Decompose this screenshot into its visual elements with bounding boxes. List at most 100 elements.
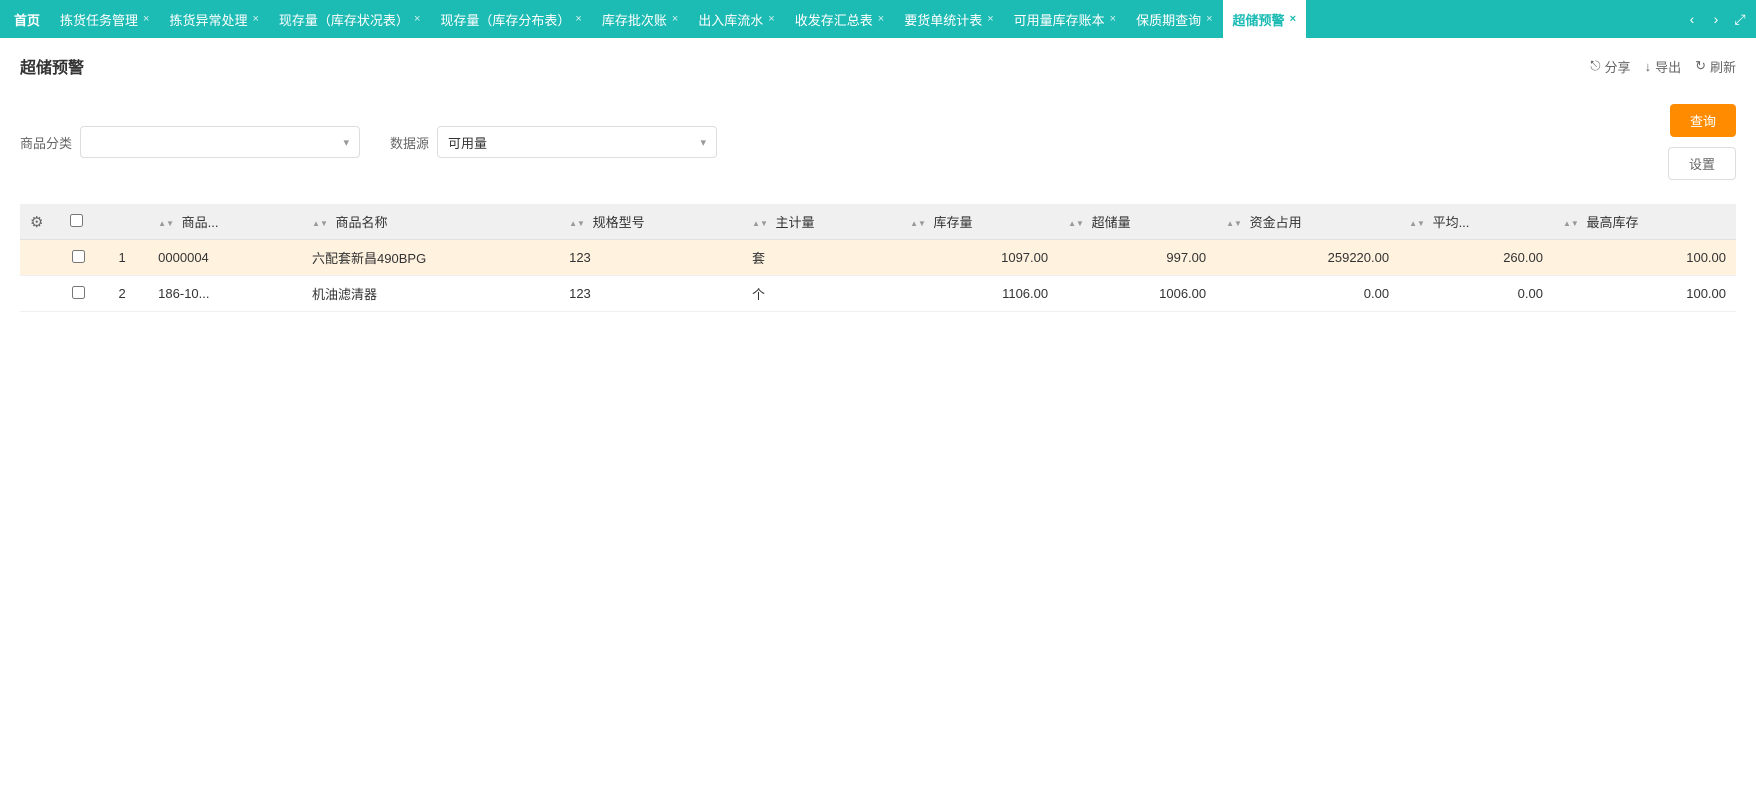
product-category-label: 商品分类 xyxy=(20,133,72,152)
sort-icon: ▲▼ xyxy=(158,219,174,228)
nav-expand-button[interactable]: ⤢ xyxy=(1728,0,1752,38)
th-avg: ▲▼ 平均... xyxy=(1399,204,1553,240)
td-checkbox-1 xyxy=(60,276,96,312)
td-over-stock-0: 997.00 xyxy=(1058,240,1216,276)
close-tab-4[interactable]: × xyxy=(575,13,581,25)
td-capital-0: 259220.00 xyxy=(1216,240,1399,276)
sort-icon-4: ▲▼ xyxy=(752,219,768,228)
refresh-button[interactable]: ↻ 刷新 xyxy=(1695,57,1736,76)
nav-next-button[interactable]: › xyxy=(1704,0,1728,38)
td-num-0: 1 xyxy=(96,240,148,276)
th-spec: ▲▼ 规格型号 xyxy=(559,204,742,240)
sort-icon-6: ▲▼ xyxy=(1068,219,1084,228)
table-row: 1 0000004 六配套新昌490BPG 123 套 1097.00 997.… xyxy=(20,240,1736,276)
product-category-select[interactable]: ▾ xyxy=(80,126,360,158)
select-all-checkbox[interactable] xyxy=(70,214,83,227)
th-num xyxy=(96,204,148,240)
nav-tab-10[interactable]: 保质期查询 × xyxy=(1126,0,1222,38)
gear-icon[interactable]: ⚙ xyxy=(30,214,43,231)
td-over-stock-1: 1006.00 xyxy=(1058,276,1216,312)
query-button[interactable]: 查询 xyxy=(1670,104,1736,137)
td-max-stock-1: 100.00 xyxy=(1553,276,1736,312)
nav-prev-button[interactable]: ‹ xyxy=(1680,0,1704,38)
th-product-name: ▲▼ 商品名称 xyxy=(302,204,559,240)
td-avg-0: 260.00 xyxy=(1399,240,1553,276)
data-source-filter: 数据源 可用量 ▾ xyxy=(390,126,717,158)
chevron-down-icon: ▾ xyxy=(343,136,349,149)
data-source-select[interactable]: 可用量 ▾ xyxy=(437,126,717,158)
th-product-code: ▲▼ 商品... xyxy=(148,204,302,240)
share-icon: ⎋ xyxy=(1590,58,1600,74)
close-tab-3[interactable]: × xyxy=(414,13,420,25)
sort-icon-5: ▲▼ xyxy=(910,219,926,228)
sort-icon-7: ▲▼ xyxy=(1226,219,1242,228)
sort-icon-3: ▲▼ xyxy=(569,219,585,228)
th-max-stock: ▲▼ 最高库存 xyxy=(1553,204,1736,240)
product-category-filter: 商品分类 ▾ xyxy=(20,126,360,158)
close-tab-11[interactable]: × xyxy=(1290,13,1296,25)
nav-tab-9[interactable]: 可用量库存账本 × xyxy=(1004,0,1126,38)
page-title: 超储预警 xyxy=(20,54,84,78)
table-body: 1 0000004 六配套新昌490BPG 123 套 1097.00 997.… xyxy=(20,240,1736,312)
th-checkbox xyxy=(60,204,96,240)
nav-tab-5[interactable]: 库存批次账 × xyxy=(592,0,688,38)
row-checkbox-0[interactable] xyxy=(72,250,85,263)
export-button[interactable]: ↓ 导出 xyxy=(1645,57,1682,76)
td-max-stock-0: 100.00 xyxy=(1553,240,1736,276)
td-product-name-1: 机油滤清器 xyxy=(302,276,559,312)
td-num-1: 2 xyxy=(96,276,148,312)
nav-tab-3[interactable]: 现存量（库存状况表） × xyxy=(269,0,430,38)
filter-actions: 查询 设置 xyxy=(1668,104,1736,180)
td-settings-1 xyxy=(20,276,60,312)
td-product-name-0: 六配套新昌490BPG xyxy=(302,240,559,276)
th-stock: ▲▼ 库存量 xyxy=(900,204,1058,240)
table-header-row: ⚙ ▲▼ 商品... ▲▼ 商品名称 ▲▼ 规格型号 xyxy=(20,204,1736,240)
setting-button[interactable]: 设置 xyxy=(1668,147,1736,180)
nav-tab-1[interactable]: 拣货任务管理 × xyxy=(50,0,159,38)
nav-tab-11[interactable]: 超储预警 × xyxy=(1223,0,1306,38)
nav-tab-7[interactable]: 收发存汇总表 × xyxy=(785,0,894,38)
td-stock-1: 1106.00 xyxy=(900,276,1058,312)
td-unit-1: 个 xyxy=(742,276,900,312)
row-checkbox-1[interactable] xyxy=(72,286,85,299)
td-settings-0 xyxy=(20,240,60,276)
page-header: 超储预警 ⎋ 分享 ↓ 导出 ↻ 刷新 xyxy=(20,54,1736,78)
th-over-stock: ▲▼ 超储量 xyxy=(1058,204,1216,240)
close-tab-10[interactable]: × xyxy=(1206,13,1212,25)
nav-tab-8[interactable]: 要货单统计表 × xyxy=(894,0,1003,38)
td-product-code-0: 0000004 xyxy=(148,240,302,276)
sort-icon-8: ▲▼ xyxy=(1409,219,1425,228)
table-row: 2 186-10... 机油滤清器 123 个 1106.00 1006.00 … xyxy=(20,276,1736,312)
close-tab-1[interactable]: × xyxy=(143,13,149,25)
data-source-label: 数据源 xyxy=(390,133,429,152)
td-unit-0: 套 xyxy=(742,240,900,276)
close-tab-6[interactable]: × xyxy=(768,13,774,25)
page-content: 超储预警 ⎋ 分享 ↓ 导出 ↻ 刷新 商品分类 ▾ 数据源 xyxy=(0,38,1756,800)
th-settings: ⚙ xyxy=(20,204,60,240)
nav-tab-6[interactable]: 出入库流水 × xyxy=(688,0,784,38)
refresh-icon: ↻ xyxy=(1695,58,1706,74)
export-icon: ↓ xyxy=(1645,59,1652,74)
td-spec-1: 123 xyxy=(559,276,742,312)
td-checkbox-0 xyxy=(60,240,96,276)
top-navigation: 首页 拣货任务管理 × 拣货异常处理 × 现存量（库存状况表） × 现存量（库存… xyxy=(0,0,1756,38)
data-table: ⚙ ▲▼ 商品... ▲▼ 商品名称 ▲▼ 规格型号 xyxy=(20,204,1736,312)
close-tab-5[interactable]: × xyxy=(672,13,678,25)
close-tab-9[interactable]: × xyxy=(1110,13,1116,25)
nav-tab-4[interactable]: 现存量（库存分布表） × xyxy=(430,0,591,38)
close-tab-2[interactable]: × xyxy=(252,13,258,25)
td-product-code-1: 186-10... xyxy=(148,276,302,312)
td-avg-1: 0.00 xyxy=(1399,276,1553,312)
share-button[interactable]: ⎋ 分享 xyxy=(1590,57,1630,76)
chevron-down-icon-2: ▾ xyxy=(701,136,707,149)
data-source-value: 可用量 xyxy=(448,133,700,152)
header-actions: ⎋ 分享 ↓ 导出 ↻ 刷新 xyxy=(1590,57,1736,76)
th-unit: ▲▼ 主计量 xyxy=(742,204,900,240)
close-tab-8[interactable]: × xyxy=(987,13,993,25)
nav-home[interactable]: 首页 xyxy=(4,0,50,38)
nav-tab-2[interactable]: 拣货异常处理 × xyxy=(159,0,268,38)
th-capital: ▲▼ 资金占用 xyxy=(1216,204,1399,240)
sort-icon-9: ▲▼ xyxy=(1563,219,1579,228)
sort-icon-2: ▲▼ xyxy=(312,219,328,228)
close-tab-7[interactable]: × xyxy=(878,13,884,25)
